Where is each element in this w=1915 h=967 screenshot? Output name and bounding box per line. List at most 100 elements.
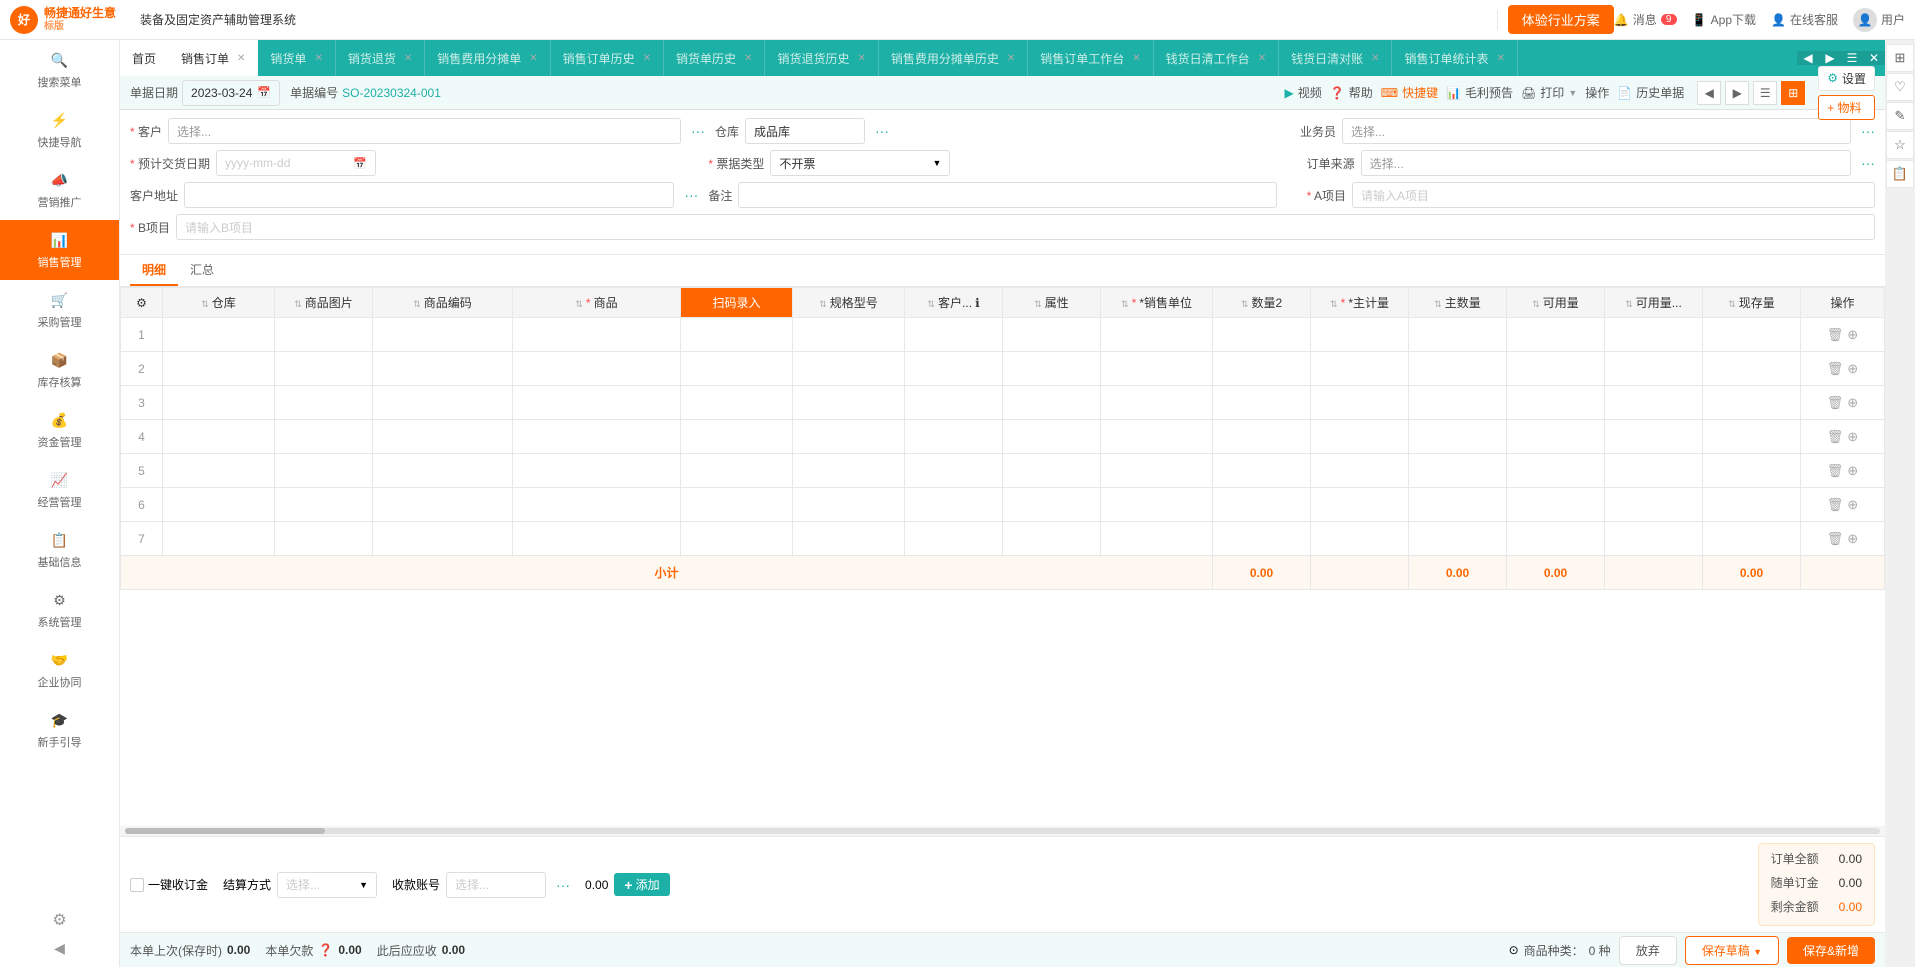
th-settings[interactable]: ⚙ bbox=[121, 288, 163, 318]
available2-cell[interactable] bbox=[1605, 522, 1703, 556]
copy-icon[interactable]: ⊕ bbox=[1847, 327, 1858, 343]
qty2-cell[interactable] bbox=[1213, 488, 1311, 522]
code-cell[interactable] bbox=[373, 352, 513, 386]
tab-close-icon[interactable]: ✕ bbox=[1371, 53, 1379, 64]
main-qty-cell[interactable] bbox=[1409, 318, 1507, 352]
delete-icon[interactable]: 🗑 bbox=[1827, 463, 1844, 479]
product-cell[interactable] bbox=[513, 386, 681, 420]
order-source-more-btn[interactable]: ··· bbox=[1861, 155, 1875, 171]
tab-return-history[interactable]: 销货退货历史 ✕ bbox=[765, 40, 878, 76]
tab-close-icon[interactable]: ✕ bbox=[1258, 53, 1266, 64]
main-unit-cell[interactable] bbox=[1311, 318, 1409, 352]
sidebar-item-purchase[interactable]: 🛒 采购管理 bbox=[0, 280, 119, 340]
available2-cell[interactable] bbox=[1605, 454, 1703, 488]
sales-unit-cell[interactable] bbox=[1101, 522, 1213, 556]
code-cell[interactable] bbox=[373, 318, 513, 352]
sidebar-item-finance[interactable]: 💰 资金管理 bbox=[0, 400, 119, 460]
shortcut-btn[interactable]: ⌨ 快捷键 bbox=[1381, 84, 1438, 101]
trial-btn[interactable]: 体验行业方案 bbox=[1508, 5, 1614, 34]
sort-icon[interactable]: ⇅ bbox=[1034, 299, 1042, 309]
warehouse-cell[interactable] bbox=[163, 352, 275, 386]
save-new-btn[interactable]: 保存&新增 bbox=[1787, 937, 1875, 964]
tab-close-icon[interactable]: ✕ bbox=[744, 53, 752, 64]
warehouse-cell[interactable] bbox=[163, 386, 275, 420]
attribute-cell[interactable] bbox=[1003, 488, 1101, 522]
attribute-cell[interactable] bbox=[1003, 318, 1101, 352]
user-btn[interactable]: 👤 用户 bbox=[1853, 8, 1905, 32]
customer-code-cell[interactable] bbox=[905, 318, 1003, 352]
product-cell[interactable] bbox=[513, 352, 681, 386]
grid-view-btn[interactable]: ⊞ bbox=[1781, 81, 1805, 105]
add-payment-btn[interactable]: + 添加 bbox=[614, 873, 669, 896]
warehouse-input[interactable]: 成品库 bbox=[745, 118, 865, 144]
qty2-cell[interactable] bbox=[1213, 386, 1311, 420]
copy-icon[interactable]: ⊕ bbox=[1847, 361, 1858, 377]
main-unit-cell[interactable] bbox=[1311, 386, 1409, 420]
sort-icon[interactable]: ⇅ bbox=[1532, 299, 1540, 309]
address-more-btn[interactable]: ··· bbox=[684, 187, 698, 203]
spec-cell[interactable] bbox=[793, 420, 905, 454]
tab-close-icon[interactable]: ✕ bbox=[1497, 53, 1505, 64]
sort-icon[interactable]: ⇅ bbox=[1625, 299, 1633, 309]
sidebar-item-basic[interactable]: 📋 基础信息 bbox=[0, 520, 119, 580]
sidebar-item-inventory[interactable]: 📦 库存核算 bbox=[0, 340, 119, 400]
delete-icon[interactable]: 🗑 bbox=[1827, 429, 1844, 445]
sort-icon[interactable]: ⇅ bbox=[1241, 299, 1249, 309]
order-source-input[interactable]: 选择... bbox=[1361, 150, 1851, 176]
code-cell[interactable] bbox=[373, 454, 513, 488]
main-unit-cell[interactable] bbox=[1311, 352, 1409, 386]
online-service-btn[interactable]: 👤 在线客服 bbox=[1771, 11, 1838, 28]
current-cell[interactable] bbox=[1703, 488, 1801, 522]
tab-order-workbench[interactable]: 销售订单工作台 ✕ bbox=[1028, 40, 1153, 76]
spec-cell[interactable] bbox=[793, 386, 905, 420]
code-cell[interactable] bbox=[373, 488, 513, 522]
copy-icon[interactable]: ⊕ bbox=[1847, 395, 1858, 411]
current-cell[interactable] bbox=[1703, 386, 1801, 420]
sidebar-item-cooperation[interactable]: 🤝 企业协同 bbox=[0, 640, 119, 700]
qty2-cell[interactable] bbox=[1213, 318, 1311, 352]
sidebar-item-navigation[interactable]: ⚡ 快捷导航 bbox=[0, 100, 119, 160]
salesperson-more-btn[interactable]: ··· bbox=[1861, 123, 1875, 139]
code-cell[interactable] bbox=[373, 420, 513, 454]
tab-close-icon[interactable]: ✕ bbox=[237, 53, 245, 64]
remark-input[interactable] bbox=[738, 182, 1276, 208]
add-material-btn[interactable]: + 物料 bbox=[1818, 95, 1875, 120]
sales-unit-cell[interactable] bbox=[1101, 352, 1213, 386]
available-cell[interactable] bbox=[1507, 318, 1605, 352]
sales-unit-cell[interactable] bbox=[1101, 488, 1213, 522]
customer-code-cell[interactable] bbox=[905, 488, 1003, 522]
tab-next-btn[interactable]: ▶ bbox=[1819, 51, 1841, 65]
product-cell[interactable] bbox=[513, 420, 681, 454]
operation-btn[interactable]: 操作 bbox=[1585, 84, 1609, 101]
product-cell[interactable] bbox=[513, 454, 681, 488]
tab-sales-return[interactable]: 销货退货 ✕ bbox=[336, 40, 425, 76]
sidebar-item-management[interactable]: 📈 经营管理 bbox=[0, 460, 119, 520]
current-cell[interactable] bbox=[1703, 522, 1801, 556]
tab-home[interactable]: 首页 bbox=[120, 40, 169, 76]
sort-icon[interactable]: ⇅ bbox=[1434, 299, 1442, 309]
current-cell[interactable] bbox=[1703, 420, 1801, 454]
main-unit-cell[interactable] bbox=[1311, 488, 1409, 522]
tab-invoice-history[interactable]: 销货单历史 ✕ bbox=[664, 40, 765, 76]
nav-next-btn[interactable]: ▶ bbox=[1725, 81, 1749, 105]
sort-icon[interactable]: ⇅ bbox=[201, 299, 209, 309]
main-qty-cell[interactable] bbox=[1409, 352, 1507, 386]
sidebar-item-guide[interactable]: 🎓 新手引导 bbox=[0, 700, 119, 760]
discard-btn[interactable]: 放弃 bbox=[1619, 936, 1677, 965]
warehouse-cell[interactable] bbox=[163, 420, 275, 454]
sales-unit-cell[interactable] bbox=[1101, 420, 1213, 454]
tab-sales-invoice[interactable]: 销货单 ✕ bbox=[258, 40, 335, 76]
tab-close-icon[interactable]: ✕ bbox=[404, 53, 412, 64]
rfloat-edit-btn[interactable]: ✎ bbox=[1886, 102, 1914, 130]
sort-icon[interactable]: ⇅ bbox=[927, 299, 935, 309]
attribute-cell[interactable] bbox=[1003, 522, 1101, 556]
warehouse-cell[interactable] bbox=[163, 488, 275, 522]
main-qty-cell[interactable] bbox=[1409, 386, 1507, 420]
customer-code-cell[interactable] bbox=[905, 386, 1003, 420]
customer-code-cell[interactable] bbox=[905, 454, 1003, 488]
main-qty-cell[interactable] bbox=[1409, 522, 1507, 556]
spec-cell[interactable] bbox=[793, 488, 905, 522]
available2-cell[interactable] bbox=[1605, 386, 1703, 420]
code-cell[interactable] bbox=[373, 386, 513, 420]
copy-icon[interactable]: ⊕ bbox=[1847, 429, 1858, 445]
